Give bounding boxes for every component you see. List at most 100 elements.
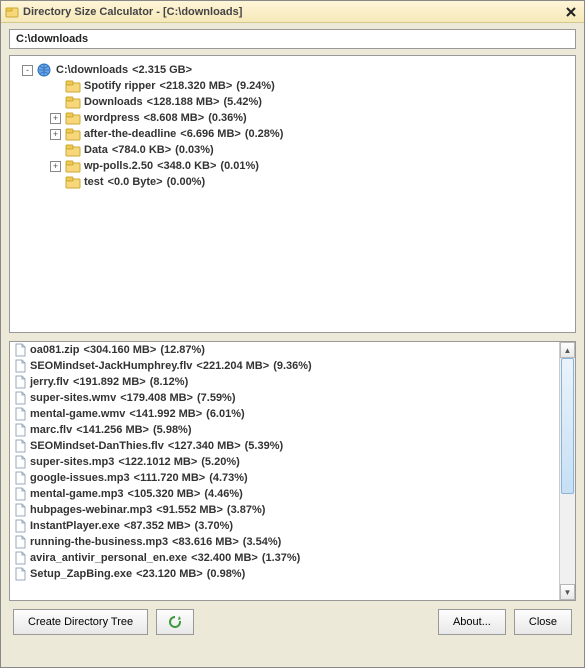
tree-item-size: <0.0 Byte> [108,176,163,188]
file-list-panel[interactable]: oa081.zip<304.160 MB>(12.87%)SEOMindset-… [9,341,576,601]
path-bar[interactable]: C:\downloads [9,29,576,49]
tree-row[interactable]: Data <784.0 KB> (0.03%) [50,142,571,158]
expander-icon[interactable]: + [50,129,61,140]
file-name: InstantPlayer.exe [30,520,120,532]
file-icon [14,503,27,517]
tree-item-pct: (0.00%) [167,176,206,188]
file-name: oa081.zip [30,344,80,356]
file-pct: (5.39%) [245,440,284,452]
file-name: running-the-business.mp3 [30,536,168,548]
file-row[interactable]: super-sites.wmv <179.408 MB> (7.59%) [10,390,575,406]
close-icon[interactable] [562,4,580,20]
scroll-track[interactable] [560,358,575,584]
expander-icon[interactable]: + [50,161,61,172]
tree-row[interactable]: +wordpress<8.608 MB>(0.36%) [50,110,571,126]
file-icon [14,487,27,501]
tree-item-size: <348.0 KB> [157,160,216,172]
close-button[interactable]: Close [514,609,572,635]
tree-item-size: <6.696 MB> [180,128,241,140]
file-row[interactable]: super-sites.mp3<122.1012 MB>(5.20%) [10,454,575,470]
file-size: <122.1012 MB> [118,456,197,468]
file-pct: (9.36%) [273,360,312,372]
file-icon [14,391,27,405]
file-size: <141.256 MB> [76,424,149,436]
file-size: <179.408 MB> [120,392,193,404]
refresh-button[interactable] [156,609,194,635]
file-name: avira_antivir_personal_en.exe [30,552,187,564]
tree-row[interactable]: test<0.0 Byte>(0.00%) [50,174,571,190]
file-row[interactable]: google-issues.mp3<111.720 MB>(4.73%) [10,470,575,486]
file-pct: (5.20%) [201,456,240,468]
file-size: <87.352 MB> [124,520,191,532]
folder-icon [65,128,81,141]
tree-item-label: wordpress [84,112,140,124]
tree-row[interactable]: Spotify ripper<218.320 MB>(9.24%) [50,78,571,94]
scroll-thumb[interactable] [561,358,574,494]
globe-folder-icon [37,63,53,77]
file-size: <32.400 MB> [191,552,258,564]
file-pct: (7.59%) [197,392,236,404]
file-icon [14,439,27,453]
file-icon [14,343,27,357]
file-pct: (4.73%) [209,472,248,484]
tree-row[interactable]: +wp-polls.2.50<348.0 KB>(0.01%) [50,158,571,174]
file-row[interactable]: oa081.zip<304.160 MB>(12.87%) [10,342,575,358]
tree-item-label: Data [84,144,108,156]
file-name: SEOMindset-JackHumphrey.flv [30,360,192,372]
create-directory-tree-button[interactable]: Create Directory Tree [13,609,148,635]
file-row[interactable]: jerry.flv<191.892 MB>(8.12%) [10,374,575,390]
file-pct: (6.01%) [206,408,245,420]
tree-row[interactable]: Downloads<128.188 MB>(5.42%) [50,94,571,110]
scroll-up-button[interactable]: ▲ [560,342,575,358]
file-icon [14,455,27,469]
file-name: google-issues.mp3 [30,472,130,484]
file-pct: (3.70%) [195,520,234,532]
expander-spacer [50,177,61,188]
file-icon [14,359,27,373]
expander-icon[interactable]: + [50,113,61,124]
file-pct: (4.46%) [204,488,243,500]
file-size: <191.892 MB> [73,376,146,388]
tree-item-label: Spotify ripper [84,80,156,92]
file-icon [14,535,27,549]
file-row[interactable]: hubpages-webinar.mp3<91.552 MB>(3.87%) [10,502,575,518]
file-row[interactable]: mental-game.wmv<141.992 MB>(6.01%) [10,406,575,422]
file-pct: (12.87%) [160,344,205,356]
tree-row[interactable]: +after-the-deadline<6.696 MB>(0.28%) [50,126,571,142]
file-row[interactable]: Setup_ZapBing.exe<23.120 MB>(0.98%) [10,566,575,582]
button-bar: Create Directory Tree About... Close [9,601,576,639]
tree-item-label: wp-polls.2.50 [84,160,153,172]
tree-item-label: after-the-deadline [84,128,176,140]
tree-item-pct: (0.03%) [175,144,214,156]
file-row[interactable]: running-the-business.mp3<83.616 MB>(3.54… [10,534,575,550]
file-icon [14,519,27,533]
file-row[interactable]: mental-game.mp3<105.320 MB>(4.46%) [10,486,575,502]
file-pct: (1.37%) [262,552,301,564]
file-row[interactable]: SEOMindset-JackHumphrey.flv<221.204 MB>(… [10,358,575,374]
file-size: <91.552 MB> [156,504,223,516]
tree-item-size: <8.608 MB> [144,112,205,124]
file-name: marc.flv [30,424,72,436]
file-row[interactable]: marc.flv<141.256 MB>(5.98%) [10,422,575,438]
folder-icon [65,96,81,109]
file-row[interactable]: avira_antivir_personal_en.exe <32.400 MB>… [10,550,575,566]
titlebar: Directory Size Calculator - [C:\download… [1,1,584,23]
directory-tree-panel[interactable]: - C:\downloads <2.315 GB> Spotify ripper… [9,55,576,333]
about-button[interactable]: About... [438,609,506,635]
expander-icon[interactable]: - [22,65,33,76]
file-row[interactable]: SEOMindset-DanThies.flv<127.340 MB>(5.39… [10,438,575,454]
file-size: <141.992 MB> [129,408,202,420]
file-name: super-sites.wmv [30,392,116,404]
file-size: <127.340 MB> [168,440,241,452]
vertical-scrollbar[interactable]: ▲ ▼ [559,342,575,600]
file-row[interactable]: InstantPlayer.exe <87.352 MB> (3.70%) [10,518,575,534]
tree-root-row[interactable]: - C:\downloads <2.315 GB> [22,62,571,78]
file-name: Setup_ZapBing.exe [30,568,132,580]
file-size: <105.320 MB> [128,488,201,500]
expander-spacer [50,97,61,108]
expander-spacer [50,81,61,92]
scroll-down-button[interactable]: ▼ [560,584,575,600]
folder-icon [65,160,81,173]
app-icon [5,5,19,19]
tree-item-size: <784.0 KB> [112,144,171,156]
